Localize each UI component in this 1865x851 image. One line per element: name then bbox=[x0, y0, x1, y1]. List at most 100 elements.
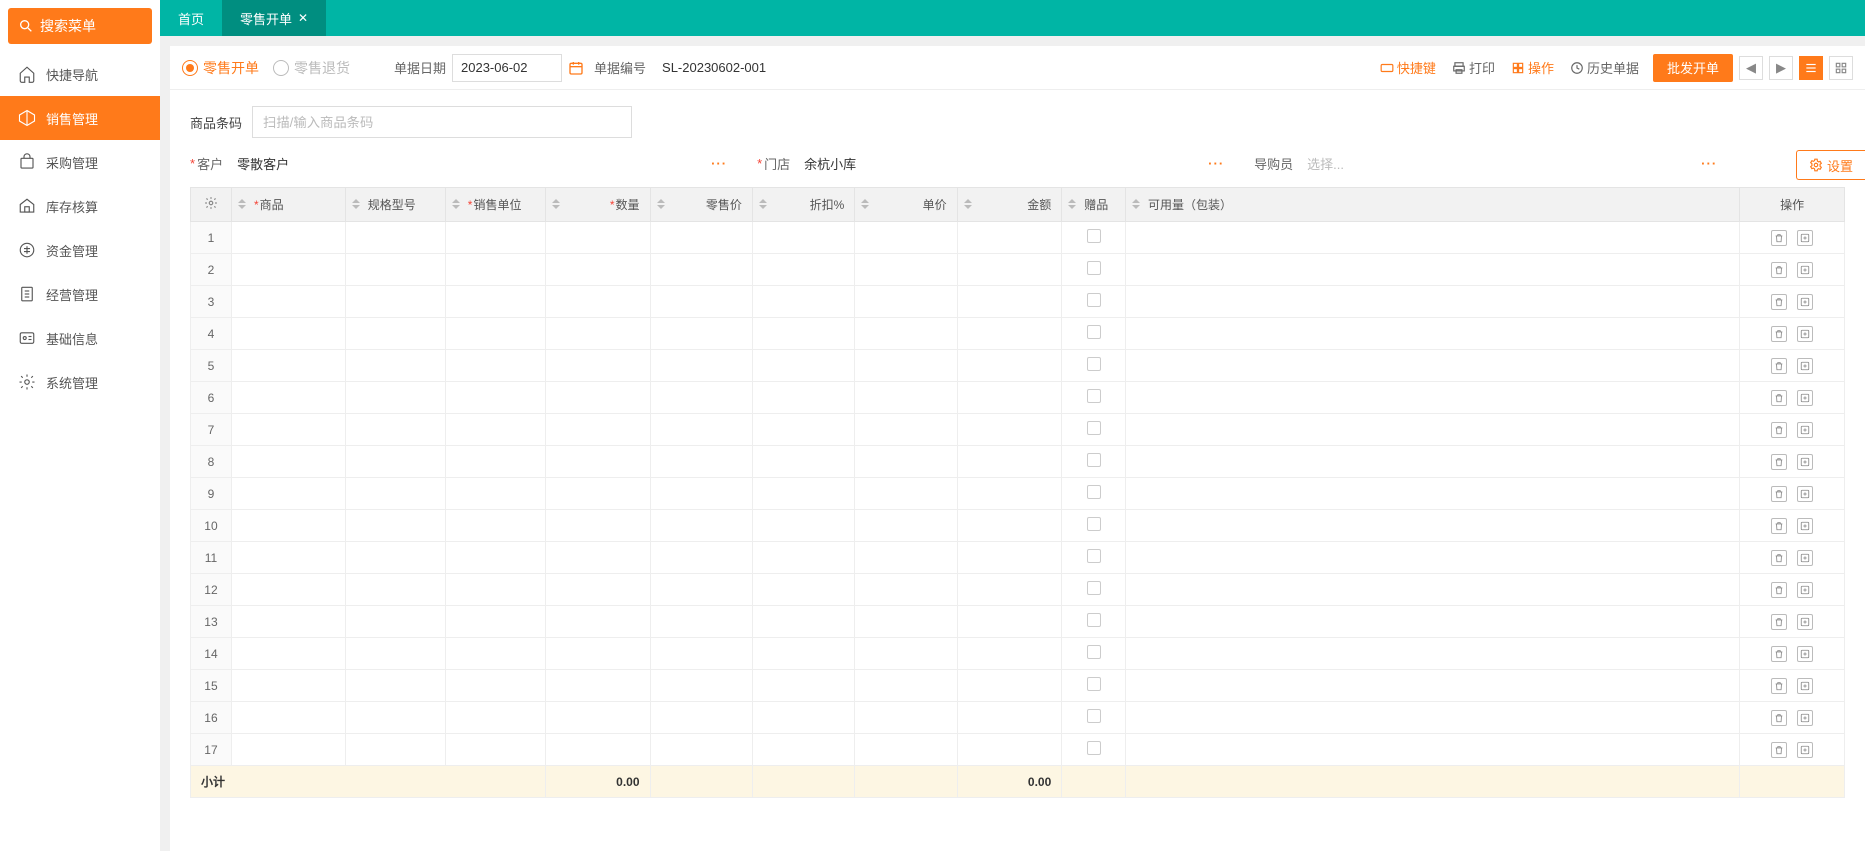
cell-gift[interactable] bbox=[1062, 478, 1126, 510]
gift-checkbox[interactable] bbox=[1087, 325, 1101, 339]
cell-qty[interactable] bbox=[545, 222, 650, 254]
gift-checkbox[interactable] bbox=[1087, 453, 1101, 467]
row-delete-button[interactable] bbox=[1771, 294, 1787, 310]
row-delete-button[interactable] bbox=[1771, 230, 1787, 246]
cell-retail[interactable] bbox=[650, 446, 752, 478]
customer-picker-button[interactable]: ··· bbox=[711, 156, 727, 171]
cell-product[interactable] bbox=[231, 286, 345, 318]
cell-amount[interactable] bbox=[957, 350, 1062, 382]
cell-product[interactable] bbox=[231, 542, 345, 574]
cell-discount[interactable] bbox=[752, 350, 854, 382]
row-delete-button[interactable] bbox=[1771, 678, 1787, 694]
cell-qty[interactable] bbox=[545, 350, 650, 382]
cell-gift[interactable] bbox=[1062, 606, 1126, 638]
row-delete-button[interactable] bbox=[1771, 582, 1787, 598]
row-delete-button[interactable] bbox=[1771, 518, 1787, 534]
cell-retail[interactable] bbox=[650, 734, 752, 766]
table-row[interactable]: 12 bbox=[191, 574, 1845, 606]
cell-amount[interactable] bbox=[957, 542, 1062, 574]
cell-price[interactable] bbox=[855, 350, 957, 382]
guide-picker-button[interactable]: ··· bbox=[1701, 156, 1717, 171]
row-delete-button[interactable] bbox=[1771, 358, 1787, 374]
table-row[interactable]: 3 bbox=[191, 286, 1845, 318]
cell-price[interactable] bbox=[855, 222, 957, 254]
col-spec[interactable]: 规格型号 bbox=[345, 188, 445, 222]
cell-amount[interactable] bbox=[957, 670, 1062, 702]
cell-spec[interactable] bbox=[345, 222, 445, 254]
row-add-button[interactable] bbox=[1797, 646, 1813, 662]
cell-price[interactable] bbox=[855, 670, 957, 702]
cell-spec[interactable] bbox=[345, 574, 445, 606]
cell-gift[interactable] bbox=[1062, 638, 1126, 670]
cell-spec[interactable] bbox=[345, 446, 445, 478]
table-row[interactable]: 14 bbox=[191, 638, 1845, 670]
cell-discount[interactable] bbox=[752, 702, 854, 734]
cell-unit[interactable] bbox=[445, 574, 545, 606]
col-retail[interactable]: 零售价 bbox=[650, 188, 752, 222]
cell-qty[interactable] bbox=[545, 638, 650, 670]
cell-gift[interactable] bbox=[1062, 446, 1126, 478]
row-add-button[interactable] bbox=[1797, 358, 1813, 374]
cell-unit[interactable] bbox=[445, 318, 545, 350]
col-gift[interactable]: 赠品 bbox=[1062, 188, 1126, 222]
cell-retail[interactable] bbox=[650, 478, 752, 510]
row-delete-button[interactable] bbox=[1771, 454, 1787, 470]
row-delete-button[interactable] bbox=[1771, 326, 1787, 342]
sidebar-item-inventory[interactable]: 库存核算 bbox=[0, 184, 160, 228]
cell-discount[interactable] bbox=[752, 318, 854, 350]
cell-price[interactable] bbox=[855, 446, 957, 478]
cell-gift[interactable] bbox=[1062, 542, 1126, 574]
row-add-button[interactable] bbox=[1797, 326, 1813, 342]
cell-amount[interactable] bbox=[957, 222, 1062, 254]
table-row[interactable]: 16 bbox=[191, 702, 1845, 734]
prev-doc-button[interactable]: ◀ bbox=[1739, 56, 1763, 80]
cell-spec[interactable] bbox=[345, 606, 445, 638]
cell-product[interactable] bbox=[231, 574, 345, 606]
row-delete-button[interactable] bbox=[1771, 486, 1787, 502]
cell-gift[interactable] bbox=[1062, 574, 1126, 606]
table-row[interactable]: 17 bbox=[191, 734, 1845, 766]
table-row[interactable]: 9 bbox=[191, 478, 1845, 510]
cell-unit[interactable] bbox=[445, 734, 545, 766]
cell-qty[interactable] bbox=[545, 382, 650, 414]
row-delete-button[interactable] bbox=[1771, 550, 1787, 566]
cell-retail[interactable] bbox=[650, 638, 752, 670]
calendar-icon[interactable] bbox=[568, 60, 584, 76]
table-row[interactable]: 4 bbox=[191, 318, 1845, 350]
cell-spec[interactable] bbox=[345, 318, 445, 350]
gift-checkbox[interactable] bbox=[1087, 581, 1101, 595]
row-delete-button[interactable] bbox=[1771, 262, 1787, 278]
cell-price[interactable] bbox=[855, 510, 957, 542]
card-view-button[interactable] bbox=[1829, 56, 1853, 80]
sidebar-item-purchase[interactable]: 采购管理 bbox=[0, 140, 160, 184]
gift-checkbox[interactable] bbox=[1087, 485, 1101, 499]
cell-discount[interactable] bbox=[752, 574, 854, 606]
cell-spec[interactable] bbox=[345, 382, 445, 414]
row-add-button[interactable] bbox=[1797, 710, 1813, 726]
cell-amount[interactable] bbox=[957, 414, 1062, 446]
row-delete-button[interactable] bbox=[1771, 422, 1787, 438]
cell-retail[interactable] bbox=[650, 702, 752, 734]
store-picker-button[interactable]: ··· bbox=[1208, 156, 1224, 171]
gift-checkbox[interactable] bbox=[1087, 517, 1101, 531]
cell-amount[interactable] bbox=[957, 318, 1062, 350]
col-qty[interactable]: 数量 bbox=[545, 188, 650, 222]
cell-price[interactable] bbox=[855, 542, 957, 574]
cell-retail[interactable] bbox=[650, 510, 752, 542]
cell-gift[interactable] bbox=[1062, 382, 1126, 414]
cell-spec[interactable] bbox=[345, 478, 445, 510]
row-add-button[interactable] bbox=[1797, 454, 1813, 470]
row-add-button[interactable] bbox=[1797, 262, 1813, 278]
cell-spec[interactable] bbox=[345, 638, 445, 670]
cell-amount[interactable] bbox=[957, 606, 1062, 638]
cell-amount[interactable] bbox=[957, 734, 1062, 766]
cell-amount[interactable] bbox=[957, 446, 1062, 478]
cell-gift[interactable] bbox=[1062, 510, 1126, 542]
cell-price[interactable] bbox=[855, 382, 957, 414]
col-amount[interactable]: 金额 bbox=[957, 188, 1062, 222]
cell-discount[interactable] bbox=[752, 414, 854, 446]
cell-retail[interactable] bbox=[650, 574, 752, 606]
cell-price[interactable] bbox=[855, 318, 957, 350]
cell-spec[interactable] bbox=[345, 734, 445, 766]
cell-product[interactable] bbox=[231, 670, 345, 702]
